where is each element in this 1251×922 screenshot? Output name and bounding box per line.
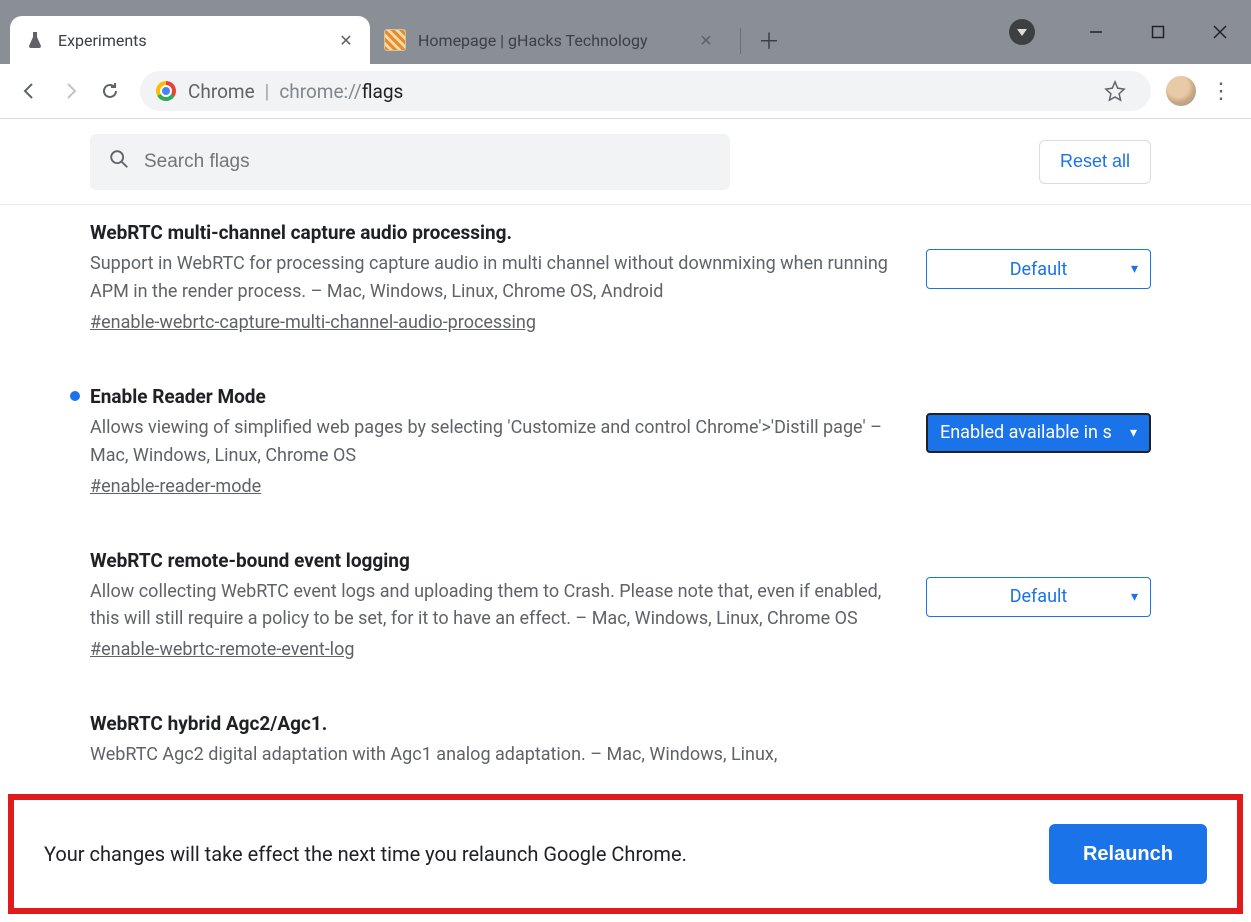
flag-control: Default ▾: [926, 549, 1151, 661]
chevron-down-icon: ▾: [1131, 261, 1138, 277]
omnibox[interactable]: Chrome | chrome://flags: [140, 71, 1151, 111]
reload-button[interactable]: [90, 71, 130, 111]
flag-select[interactable]: Default ▾: [926, 249, 1151, 289]
minimize-button[interactable]: [1065, 11, 1127, 53]
flag-text: Enable Reader Mode Allows viewing of simp…: [90, 385, 926, 497]
flag-title: WebRTC hybrid Agc2/Agc1.: [90, 712, 896, 735]
window-controls: [1009, 0, 1251, 64]
relaunch-bar: Your changes will take effect the next t…: [8, 794, 1243, 914]
flag-hash-link[interactable]: #enable-reader-mode: [90, 476, 261, 497]
search-icon: [108, 148, 130, 176]
flag-row: WebRTC multi-channel capture audio proce…: [90, 221, 1151, 385]
flag-control: Enabled available in s ▾: [926, 385, 1151, 497]
modified-dot-icon: [70, 391, 80, 401]
flag-control: Default ▾: [926, 221, 1151, 333]
chevron-down-icon: ▾: [1131, 589, 1138, 605]
back-button[interactable]: [10, 71, 50, 111]
toolbar: Chrome | chrome://flags ⋮: [0, 64, 1251, 119]
tab-title: Homepage | gHacks Technology: [418, 31, 696, 50]
flag-select-value: Default: [1010, 586, 1068, 607]
flag-description: WebRTC Agc2 digital adaptation with Agc1…: [90, 741, 896, 769]
flag-row: Enable Reader Mode Allows viewing of simp…: [90, 385, 1151, 549]
flag-title: WebRTC remote-bound event logging: [90, 549, 896, 572]
new-tab-button[interactable]: ＋: [751, 22, 787, 58]
relaunch-button[interactable]: Relaunch: [1049, 824, 1207, 884]
tab-ghacks[interactable]: Homepage | gHacks Technology ✕: [370, 16, 730, 64]
flag-select[interactable]: Default ▾: [926, 577, 1151, 617]
chrome-icon: [156, 81, 176, 101]
search-flags-box[interactable]: [90, 134, 730, 190]
flag-title: WebRTC multi-channel capture audio proce…: [90, 221, 896, 244]
close-window-button[interactable]: [1189, 11, 1251, 53]
flag-title: Enable Reader Mode: [90, 385, 896, 408]
flag-hash-link[interactable]: #enable-webrtc-capture-multi-channel-aud…: [90, 312, 536, 333]
flag-select[interactable]: Enabled available in s ▾: [926, 413, 1151, 453]
omnibox-separator: |: [265, 80, 270, 103]
close-icon[interactable]: ✕: [696, 30, 716, 50]
omnibox-url-strong: flags: [362, 80, 404, 103]
bookmark-star-icon[interactable]: [1095, 71, 1135, 111]
chrome-menu-button[interactable]: ⋮: [1201, 71, 1241, 111]
tab-title: Experiments: [58, 31, 336, 50]
omnibox-text: Chrome | chrome://flags: [188, 80, 403, 103]
tab-separator: [740, 28, 741, 54]
profile-badge-icon[interactable]: [1009, 19, 1035, 45]
profile-avatar[interactable]: [1161, 71, 1201, 111]
flag-row: WebRTC remote-bound event logging Allow c…: [90, 549, 1151, 713]
flag-description: Allows viewing of simplified web pages b…: [90, 414, 896, 470]
omnibox-scheme-label: Chrome: [188, 80, 255, 103]
flag-hash-link[interactable]: #enable-webrtc-remote-event-log: [90, 639, 354, 660]
ghacks-favicon-icon: [384, 29, 406, 51]
flag-text: WebRTC hybrid Agc2/Agc1. WebRTC Agc2 digi…: [90, 712, 926, 775]
flask-icon: [24, 29, 46, 51]
close-icon[interactable]: ✕: [336, 30, 356, 50]
flag-description: Support in WebRTC for processing capture…: [90, 250, 896, 306]
flag-text: WebRTC multi-channel capture audio proce…: [90, 221, 926, 333]
chevron-down-icon: ▾: [1130, 425, 1137, 441]
relaunch-message: Your changes will take effect the next t…: [44, 842, 1049, 866]
forward-button[interactable]: [50, 71, 90, 111]
tab-experiments[interactable]: Experiments ✕: [10, 16, 370, 64]
flag-text: WebRTC remote-bound event logging Allow c…: [90, 549, 926, 661]
reset-all-button[interactable]: Reset all: [1039, 140, 1151, 184]
flag-description: Allow collecting WebRTC event logs and u…: [90, 578, 896, 634]
maximize-button[interactable]: [1127, 11, 1189, 53]
flag-control: [926, 712, 1151, 775]
flag-select-value: Enabled available in s: [940, 422, 1112, 443]
tab-strip: Experiments ✕ Homepage | gHacks Technolo…: [0, 0, 1251, 64]
flags-header: Reset all: [0, 119, 1251, 205]
omnibox-url-muted: chrome://: [279, 80, 361, 103]
flag-select-value: Default: [1010, 259, 1068, 280]
search-flags-input[interactable]: [144, 151, 712, 173]
